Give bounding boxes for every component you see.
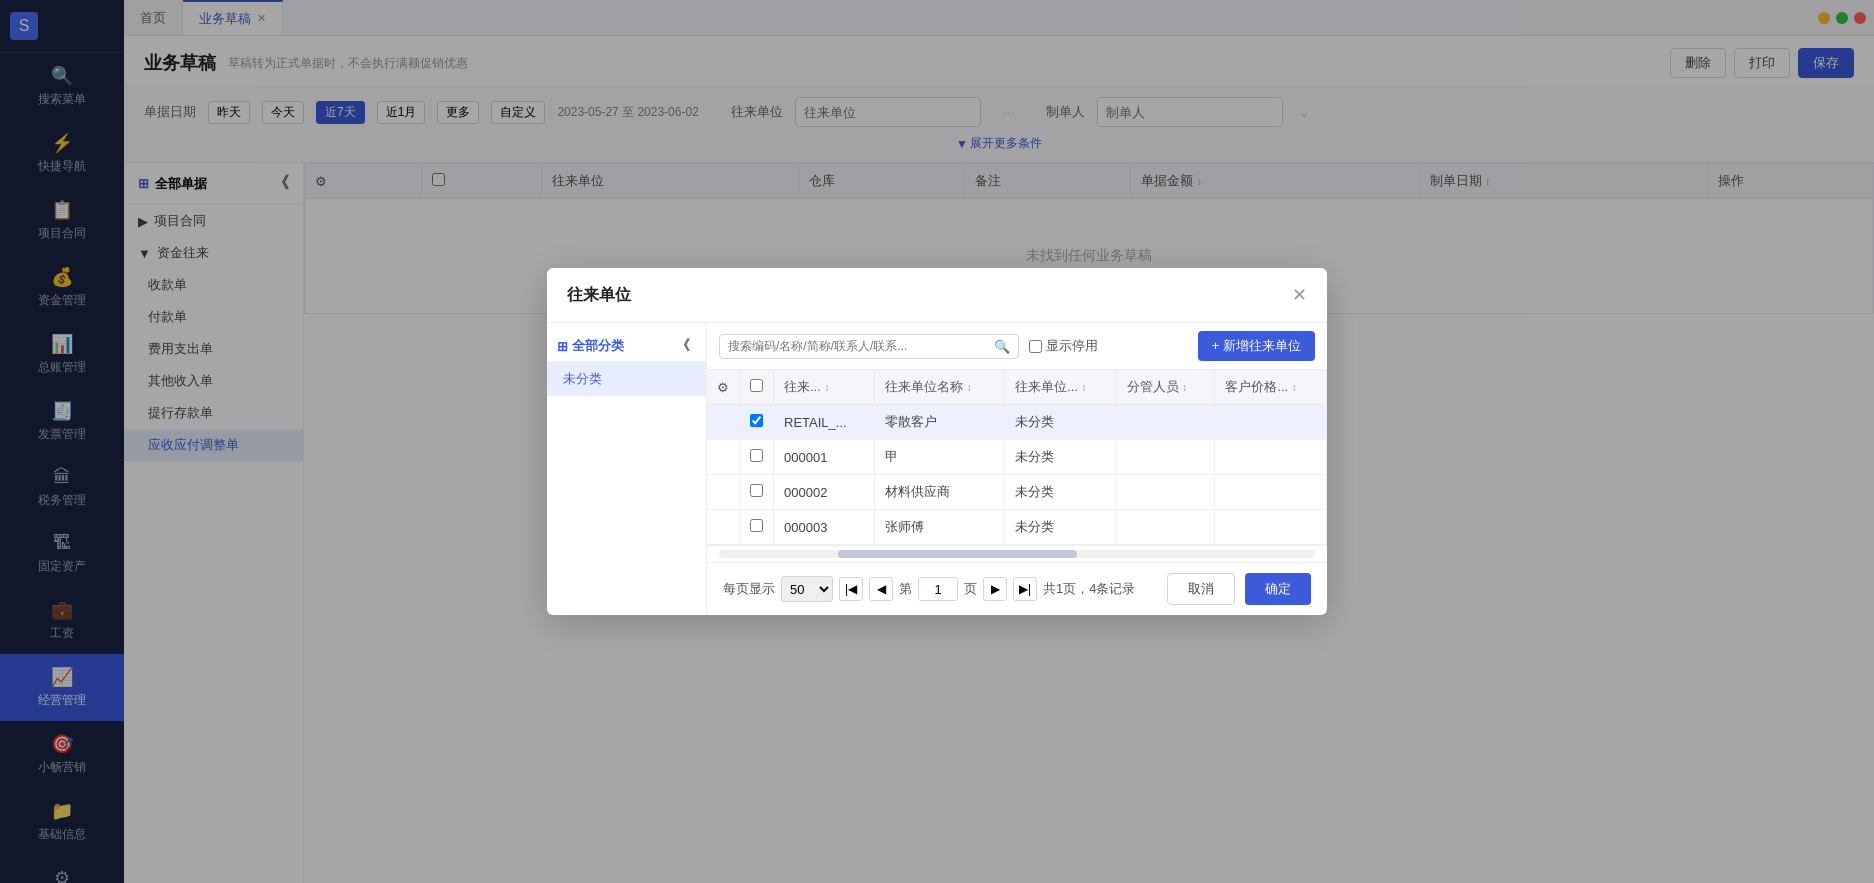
row-assignee-cell <box>1116 510 1215 545</box>
per-page-select[interactable]: 50 100 <box>781 576 833 602</box>
modal-table-row[interactable]: 000003 张师傅 未分类 <box>707 510 1327 545</box>
partner-search-box: 🔍 <box>719 334 1019 359</box>
row-assignee-cell <box>1116 475 1215 510</box>
page-number-input[interactable] <box>918 577 958 601</box>
row-code-cell: RETAIL_... <box>774 405 875 440</box>
show-disabled-label: 显示停用 <box>1046 337 1098 355</box>
page-word: 第 <box>899 580 912 598</box>
modal-category-uncategorized[interactable]: 未分类 <box>547 362 706 396</box>
modal-col-code: 往来... ↕ <box>774 370 875 405</box>
modal-header: 往来单位 ✕ <box>547 268 1327 323</box>
prev-page-button[interactable]: ◀ <box>869 577 893 601</box>
show-disabled-checkbox-label[interactable]: 显示停用 <box>1029 337 1098 355</box>
last-page-button[interactable]: ▶| <box>1013 577 1037 601</box>
row-checkbox[interactable] <box>750 414 763 427</box>
row-settings-cell <box>707 405 740 440</box>
modal-table-row[interactable]: 000002 材料供应商 未分类 <box>707 475 1327 510</box>
row-checkbox[interactable] <box>750 449 763 462</box>
per-page-label: 每页显示 <box>723 580 775 598</box>
row-checkbox-cell[interactable] <box>740 405 774 440</box>
row-name-cell: 张师傅 <box>875 510 1005 545</box>
row-settings-cell <box>707 440 740 475</box>
add-partner-button[interactable]: + 新增往来单位 <box>1198 331 1315 361</box>
modal-col-price-level: 客户价格... ↕ <box>1215 370 1327 405</box>
search-icon: 🔍 <box>994 339 1010 354</box>
row-name-cell: 甲 <box>875 440 1005 475</box>
row-code-cell: 000002 <box>774 475 875 510</box>
total-info: 共1页，4条记录 <box>1043 580 1135 598</box>
page-unit: 页 <box>964 580 977 598</box>
row-category-cell: 未分类 <box>1005 510 1117 545</box>
first-page-button[interactable]: |◀ <box>839 577 863 601</box>
row-category-cell: 未分类 <box>1005 440 1117 475</box>
modal-title: 往来单位 <box>567 285 631 306</box>
modal-table-row[interactable]: 000001 甲 未分类 <box>707 440 1327 475</box>
category-label: 未分类 <box>563 370 602 388</box>
row-price-level-cell <box>1215 510 1327 545</box>
modal-col-name: 往来单位名称 ↕ <box>875 370 1005 405</box>
row-category-cell: 未分类 <box>1005 475 1117 510</box>
row-price-level-cell <box>1215 475 1327 510</box>
row-price-level-cell <box>1215 405 1327 440</box>
show-disabled-checkbox[interactable] <box>1029 340 1042 353</box>
row-settings-cell <box>707 510 740 545</box>
category-collapse-icon[interactable]: 《 <box>676 337 690 355</box>
modal-close-button[interactable]: ✕ <box>1292 284 1307 306</box>
confirm-button[interactable]: 确定 <box>1245 573 1311 605</box>
row-checkbox-cell[interactable] <box>740 510 774 545</box>
add-partner-label: + 新增往来单位 <box>1212 337 1301 355</box>
modal-right-panel: 🔍 显示停用 + 新增往来单位 ⚙ <box>707 323 1327 615</box>
row-price-level-cell <box>1215 440 1327 475</box>
next-page-button[interactable]: ▶ <box>983 577 1007 601</box>
row-name-cell: 零散客户 <box>875 405 1005 440</box>
row-checkbox-cell[interactable] <box>740 440 774 475</box>
row-checkbox[interactable] <box>750 519 763 532</box>
category-header-label: 全部分类 <box>572 337 624 355</box>
modal-col-category: 往来单位... ↕ <box>1005 370 1117 405</box>
scrollbar-thumb[interactable] <box>838 550 1076 558</box>
row-checkbox-cell[interactable] <box>740 475 774 510</box>
modal-col-checkbox <box>740 370 774 405</box>
row-assignee-cell <box>1116 440 1215 475</box>
row-code-cell: 000001 <box>774 440 875 475</box>
row-name-cell: 材料供应商 <box>875 475 1005 510</box>
row-code-cell: 000003 <box>774 510 875 545</box>
partner-search-input[interactable] <box>728 339 988 353</box>
modal-col-settings[interactable]: ⚙ <box>707 370 740 405</box>
partner-table: ⚙ 往来... ↕ 往来单位名称 ↕ 往来单位... ↕ 分管人员 ↕ 客户价格… <box>707 370 1327 545</box>
modal-actions: 取消 确定 <box>1167 573 1311 605</box>
partner-modal: 往来单位 ✕ ⊞ 全部分类 《 未分类 <box>547 268 1327 615</box>
row-assignee-cell <box>1116 405 1215 440</box>
modal-body: ⊞ 全部分类 《 未分类 🔍 显示停用 <box>547 323 1327 615</box>
pagination: 每页显示 50 100 |◀ ◀ 第 页 ▶ ▶| 共1页，4条记录 <box>723 576 1135 602</box>
modal-scrollbar <box>707 545 1327 562</box>
modal-overlay: 往来单位 ✕ ⊞ 全部分类 《 未分类 <box>0 0 1874 883</box>
row-category-cell: 未分类 <box>1005 405 1117 440</box>
modal-category-header: ⊞ 全部分类 《 <box>547 331 706 362</box>
modal-footer: 每页显示 50 100 |◀ ◀ 第 页 ▶ ▶| 共1页，4条记录 <box>707 562 1327 615</box>
grid-icon: ⊞ <box>557 339 568 354</box>
cancel-button[interactable]: 取消 <box>1167 573 1235 605</box>
modal-select-all[interactable] <box>750 379 763 392</box>
row-settings-cell <box>707 475 740 510</box>
row-checkbox[interactable] <box>750 484 763 497</box>
modal-toolbar: 🔍 显示停用 + 新增往来单位 <box>707 323 1327 370</box>
modal-col-assignee: 分管人员 ↕ <box>1116 370 1215 405</box>
modal-table-wrap: ⚙ 往来... ↕ 往来单位名称 ↕ 往来单位... ↕ 分管人员 ↕ 客户价格… <box>707 370 1327 545</box>
modal-table-row[interactable]: RETAIL_... 零散客户 未分类 <box>707 405 1327 440</box>
modal-category-panel: ⊞ 全部分类 《 未分类 <box>547 323 707 615</box>
scrollbar-track <box>719 550 1315 558</box>
